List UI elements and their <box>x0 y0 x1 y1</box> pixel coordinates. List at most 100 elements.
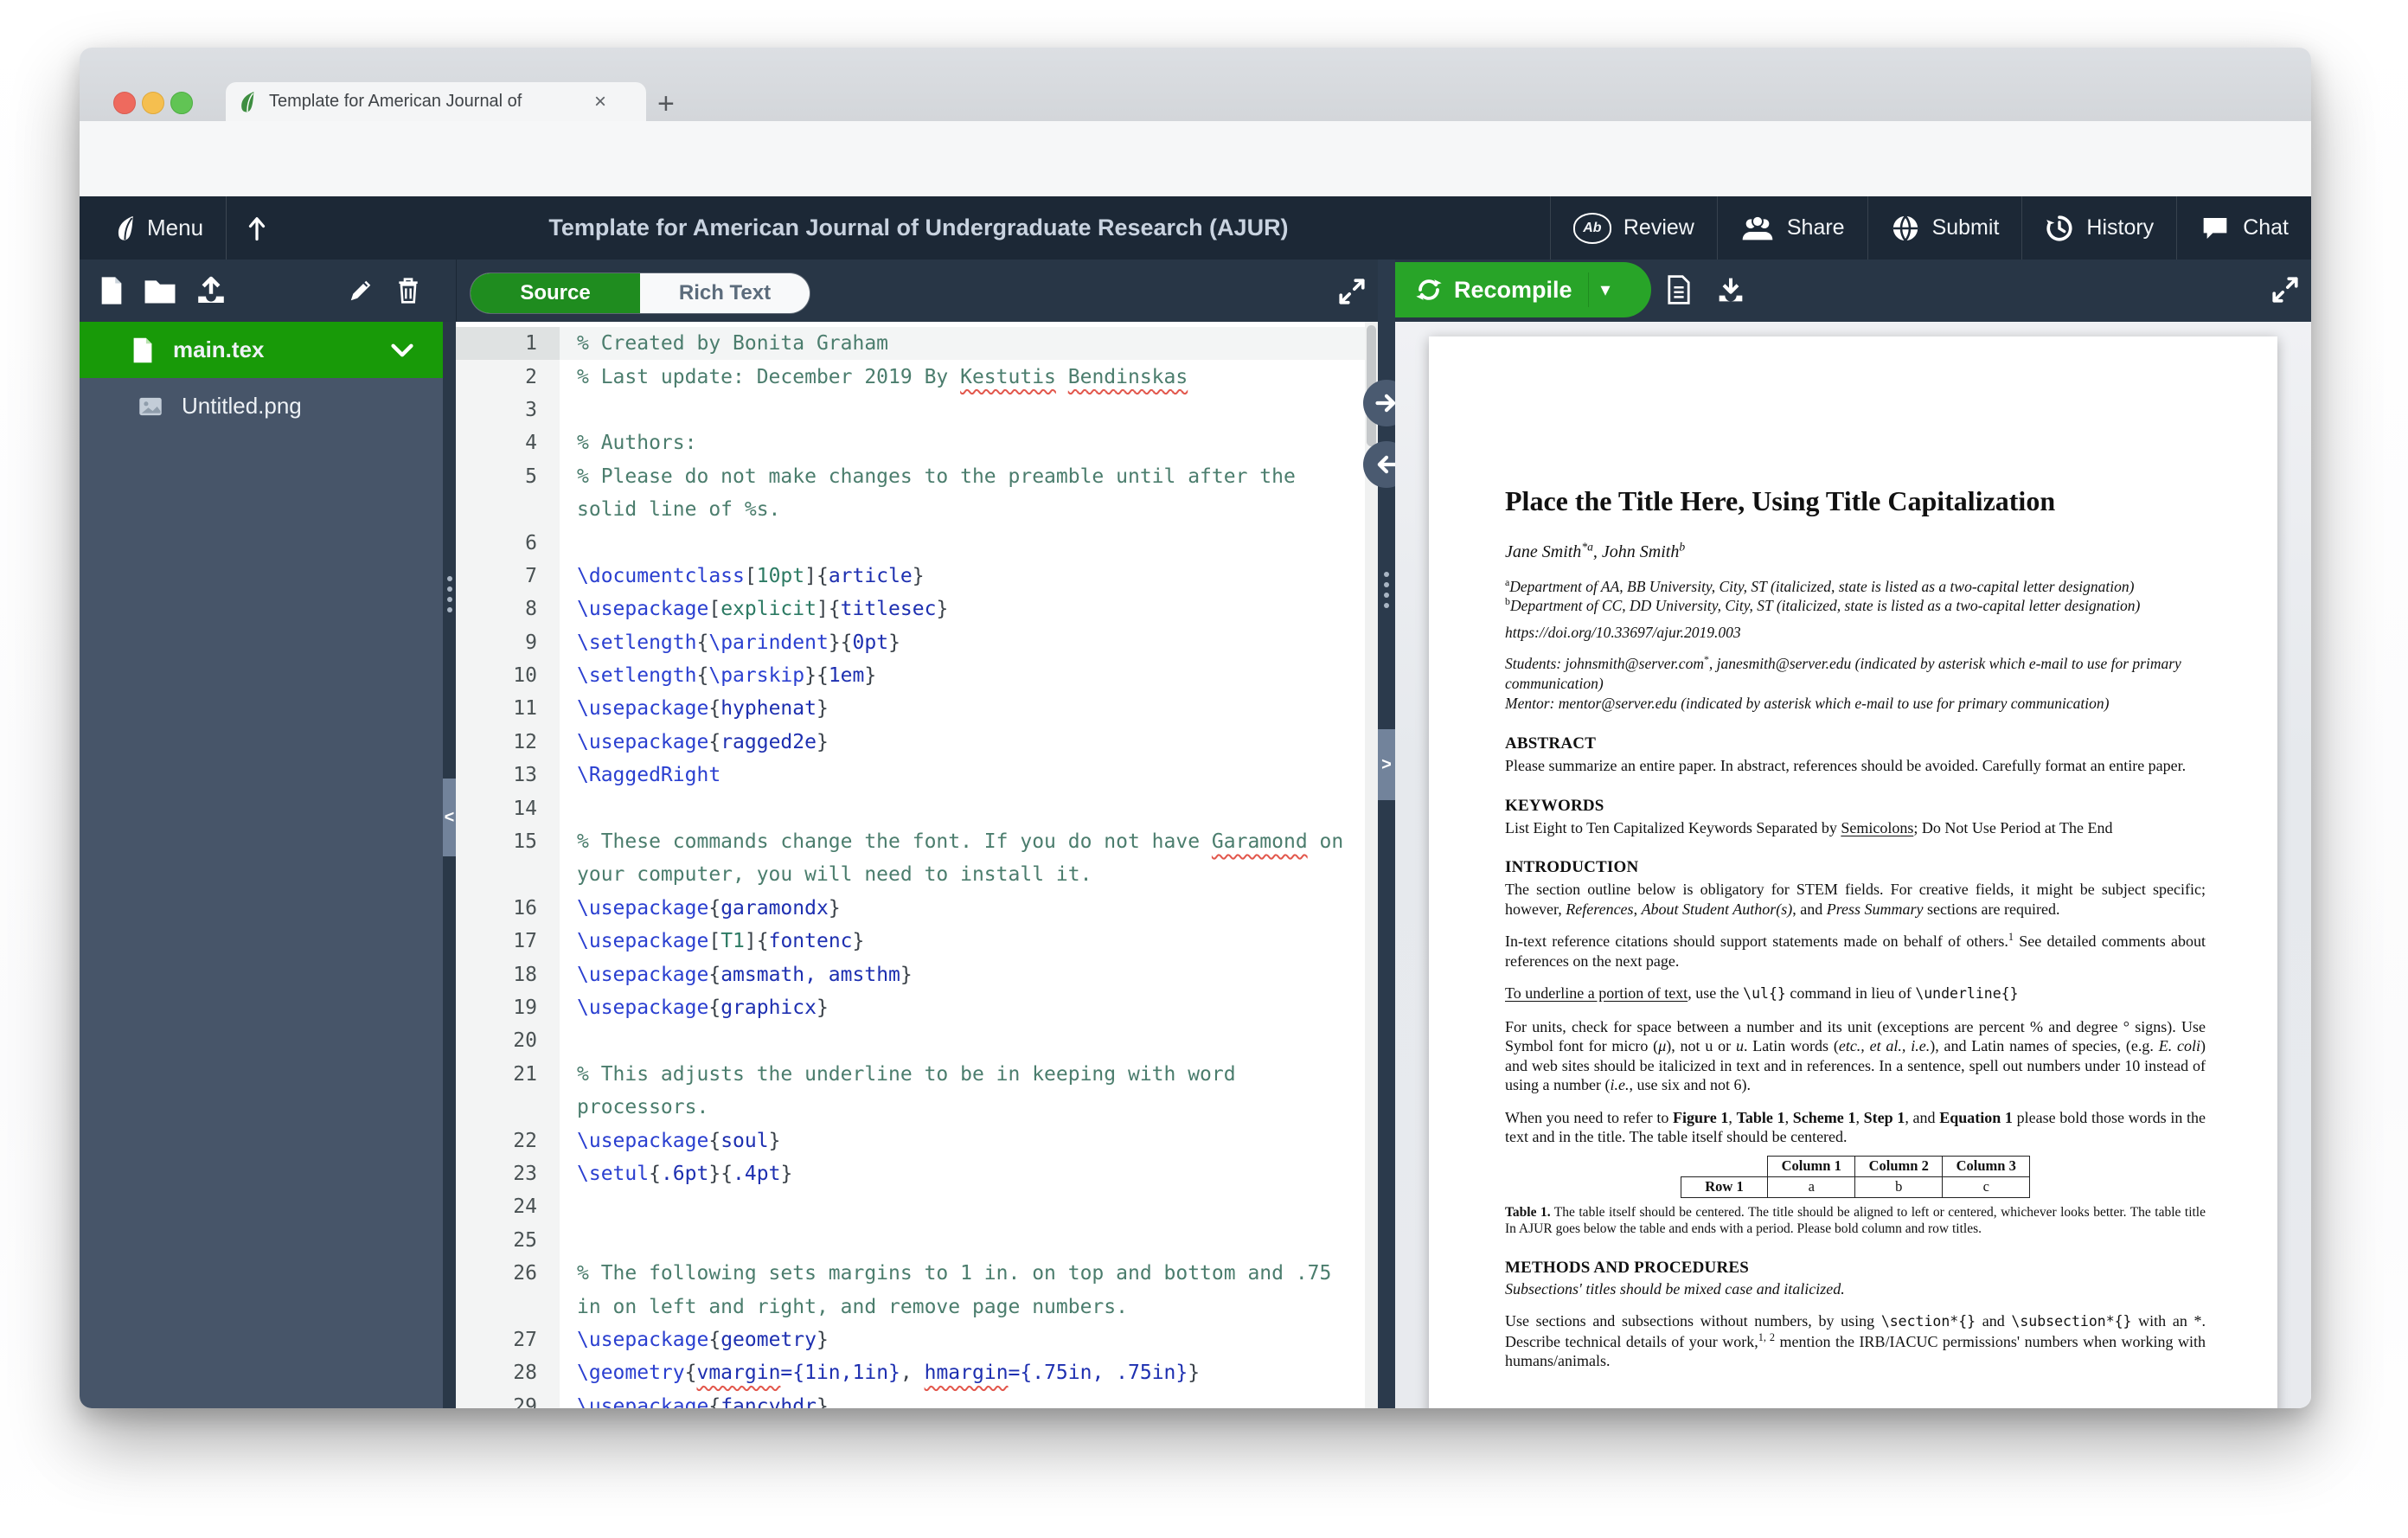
tab-close-icon[interactable]: × <box>594 90 606 114</box>
code-editor[interactable]: 1% Created by Bonita Graham 2% Last updat… <box>456 322 1378 1408</box>
new-folder-icon[interactable] <box>144 277 176 304</box>
history-button[interactable]: History <box>2021 196 2176 260</box>
close-window-button[interactable] <box>113 92 136 114</box>
upload-icon[interactable] <box>195 276 227 305</box>
submit-button[interactable]: Submit <box>1867 196 2022 260</box>
overleaf-header: Menu Template for American Journal of Un… <box>80 196 2311 260</box>
pdf-toolbar: Recompile ▾ <box>1395 260 2311 322</box>
code-line[interactable]: 3 <box>456 393 1378 427</box>
history-label: History <box>2086 215 2155 240</box>
pdf-paragraph: Subsections' titles should be mixed case… <box>1505 1279 1845 1298</box>
recompile-refresh-icon <box>1416 277 1442 303</box>
pdf-paragraph: In-text reference citations should suppo… <box>1505 931 2206 970</box>
file-row-main-tex[interactable]: main.tex <box>80 322 443 378</box>
recompile-button[interactable]: Recompile ▾ <box>1395 262 1651 317</box>
pdf-title: Place the Title Here, Using Title Capita… <box>1505 485 2056 516</box>
code-line[interactable]: 11 \usepackage{hyphenat} <box>456 692 1378 726</box>
pdf-table: Column 1 Column 2 Column 3 Row 1abc <box>1680 1155 2031 1198</box>
code-line[interactable]: 2% Last update: December 2019 By Kestuti… <box>456 360 1378 394</box>
pdf-paragraph: Jane Smith*a, John Smithb <box>1505 540 1686 561</box>
code-line[interactable]: processors. <box>456 1090 1378 1125</box>
code-line[interactable]: 7 \documentclass[10pt]{article} <box>456 559 1378 593</box>
code-line[interactable]: 15% These commands change the font. If y… <box>456 824 1378 859</box>
share-button[interactable]: Share <box>1716 196 1867 260</box>
header-actions: Ab Review Share Submit History Chat <box>1549 196 2311 260</box>
collapse-filetree-button[interactable]: < <box>443 779 456 856</box>
delete-trash-icon[interactable] <box>396 277 420 304</box>
pdf-heading: METHODS AND PROCEDURES <box>1505 1258 1750 1277</box>
share-label: Share <box>1786 215 1845 240</box>
compile-logs-icon[interactable] <box>1667 275 1691 304</box>
code-line[interactable]: 26% The following sets margins to 1 in. … <box>456 1256 1378 1291</box>
back-to-projects-button[interactable] <box>227 196 287 260</box>
review-button[interactable]: Ab Review <box>1549 196 1717 260</box>
code-line[interactable]: 25 <box>456 1223 1378 1257</box>
filetree-toolbar <box>80 260 443 322</box>
code-line[interactable]: 12 \usepackage{ragged2e} <box>456 725 1378 759</box>
code-line[interactable]: 4% Authors: <box>456 426 1378 460</box>
submit-label: Submit <box>1931 215 2000 240</box>
code-line[interactable]: 14 <box>456 791 1378 825</box>
pdf-paragraph: Table 1. The table itself should be cent… <box>1505 1204 2206 1237</box>
pdf-paragraph: Students: johnsmith@server.com*, janesmi… <box>1505 653 2181 692</box>
filetree-editor-divider[interactable]: < <box>443 322 456 1408</box>
pdf-paragraph: Use sections and subsections without num… <box>1505 1312 2206 1369</box>
minimize-window-button[interactable] <box>142 92 164 114</box>
pdf-expand-icon[interactable] <box>2270 275 2300 304</box>
browser-tab[interactable]: Template for American Journal of × <box>226 82 646 121</box>
code-line[interactable]: 5% Please do not make changes to the pre… <box>456 459 1378 493</box>
rich-text-mode-tab[interactable]: Rich Text <box>640 273 810 313</box>
code-line[interactable]: 9 \setlength{\parindent}{0pt} <box>456 625 1378 659</box>
code-line[interactable]: solid line of %s. <box>456 492 1378 527</box>
divider-drag-handle[interactable] <box>446 571 452 618</box>
project-title: Template for American Journal of Undergr… <box>548 215 1289 240</box>
code-line[interactable]: 17 \usepackage[T1]{fontenc} <box>456 925 1378 958</box>
source-mode-tab[interactable]: Source <box>471 273 640 313</box>
code-line[interactable]: 29 \usepackage{fancyhdr} <box>456 1389 1378 1408</box>
new-file-icon[interactable] <box>99 276 125 305</box>
code-line[interactable]: 23 \setul{.6pt}{.4pt} <box>456 1157 1378 1191</box>
code-line[interactable]: 22 \usepackage{soul} <box>456 1124 1378 1157</box>
menu-button[interactable]: Menu <box>80 196 226 260</box>
file-row-untitled-png[interactable]: Untitled.png <box>80 378 443 434</box>
pdf-viewer[interactable]: Place the Title Here, Using Title Capita… <box>1395 322 2311 1408</box>
pdf-paragraph: aDepartment of AA, BB University, City, … <box>1505 576 2135 595</box>
download-pdf-icon[interactable] <box>1717 275 1745 304</box>
code-line[interactable]: 18 \usepackage{amsmath, amsthm} <box>456 958 1378 991</box>
recompile-divider <box>1587 272 1589 307</box>
pdf-heading: INTRODUCTION <box>1505 858 1639 876</box>
recompile-caret-icon[interactable]: ▾ <box>1601 279 1611 301</box>
code-line[interactable]: 19 \usepackage{graphicx} <box>456 990 1378 1025</box>
code-line[interactable]: 1% Created by Bonita Graham <box>456 327 1378 361</box>
code-line[interactable]: 10 \setlength{\parskip}{1em} <box>456 658 1378 693</box>
zoom-window-button[interactable] <box>170 92 193 114</box>
overleaf-logo-icon <box>114 215 137 242</box>
editor-expand-icon[interactable] <box>1337 277 1367 306</box>
code-line[interactable]: 13 \RaggedRight <box>456 759 1378 792</box>
code-line[interactable]: 16 \usepackage{garamondx} <box>456 891 1378 926</box>
code-line[interactable]: in on left and right, and remove page nu… <box>456 1290 1378 1323</box>
history-clock-icon <box>2045 214 2074 243</box>
pdf-paragraph: Mentor: mentor@server.edu (indicated by … <box>1505 695 2110 712</box>
code-line[interactable]: 27 \usepackage{geometry} <box>456 1323 1378 1357</box>
pdf-paragraph: Please summarize an entire paper. In abs… <box>1505 757 2187 774</box>
new-tab-button[interactable]: + <box>657 87 675 121</box>
collapse-pdf-button[interactable]: > <box>1378 729 1395 800</box>
chat-button[interactable]: Chat <box>2176 196 2311 260</box>
file-name: Untitled.png <box>182 393 302 419</box>
globe-icon <box>1891 214 1920 243</box>
code-line[interactable]: 20 <box>456 1024 1378 1058</box>
code-line[interactable]: 24 <box>456 1190 1378 1224</box>
pdf-page: Place the Title Here, Using Title Capita… <box>1429 336 2277 1408</box>
rename-pencil-icon[interactable] <box>348 278 374 304</box>
pdf-paragraph: List Eight to Ten Capitalized Keywords S… <box>1505 818 2113 836</box>
code-line[interactable]: 6 <box>456 526 1378 560</box>
code-line[interactable]: your computer, you will need to install … <box>456 858 1378 892</box>
code-line[interactable]: 28 \geometry{vmargin={1in,1in}, hmargin={… <box>456 1356 1378 1390</box>
code-line[interactable]: 8 \usepackage[explicit]{titlesec} <box>456 593 1378 626</box>
editor-pdf-divider[interactable]: > <box>1363 260 1410 1408</box>
code-line[interactable]: 21% This adjusts the underline to be in … <box>456 1057 1378 1091</box>
divider-drag-handle[interactable] <box>1384 567 1389 613</box>
chevron-down-icon[interactable] <box>391 343 413 358</box>
review-label: Review <box>1623 215 1694 240</box>
